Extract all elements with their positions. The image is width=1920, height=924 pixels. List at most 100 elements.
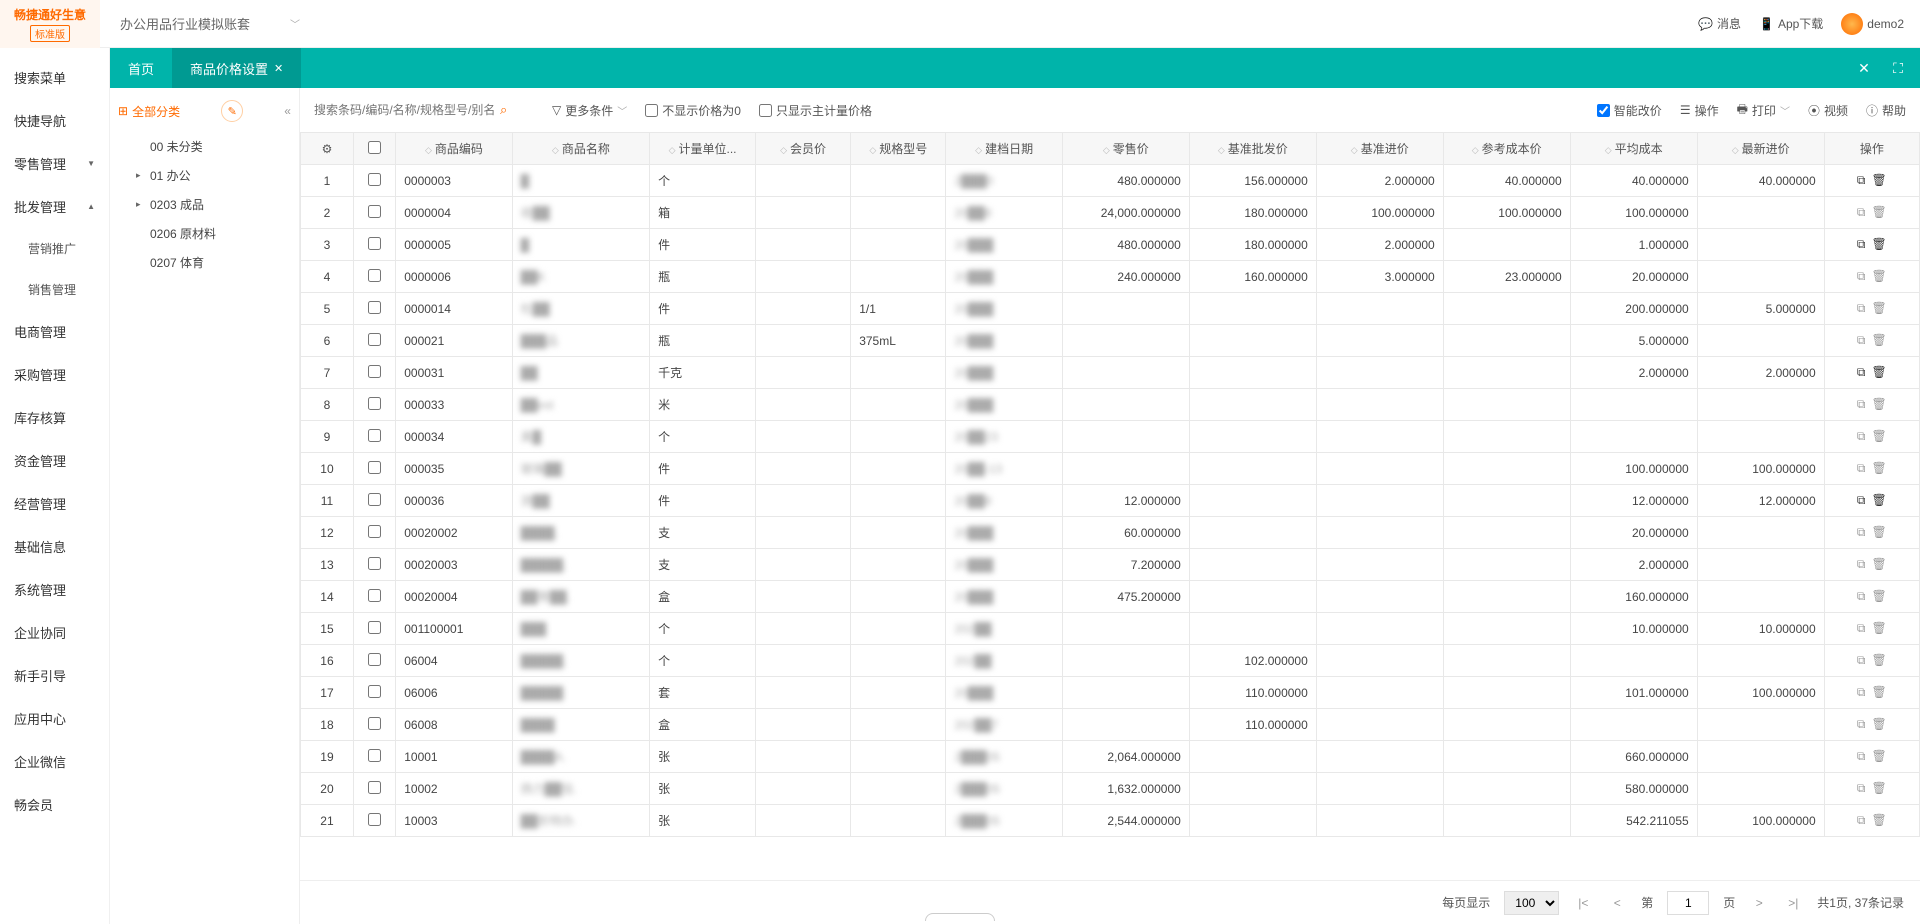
app-download-button[interactable]: 📱App下载 bbox=[1759, 15, 1823, 32]
delete-icon[interactable]: 🗑 bbox=[1871, 269, 1886, 284]
row-checkbox[interactable] bbox=[368, 813, 381, 826]
category-item[interactable]: 0206 原材料 bbox=[118, 219, 291, 248]
column-header[interactable]: ⚙ bbox=[301, 133, 354, 165]
sidebar-item[interactable]: 企业微信 bbox=[0, 740, 109, 783]
row-checkbox[interactable] bbox=[368, 365, 381, 378]
copy-icon[interactable]: ⧉ bbox=[1857, 525, 1866, 540]
search-input[interactable] bbox=[314, 103, 494, 117]
table-row[interactable]: 20000004收██箱20██824,000.000000180.000000… bbox=[301, 197, 1920, 229]
sidebar-subitem[interactable]: 销售管理 bbox=[0, 269, 109, 310]
delete-icon[interactable]: 🗑 bbox=[1871, 429, 1886, 444]
table-row[interactable]: 9000034奥█个20██23⧉🗑 bbox=[301, 421, 1920, 453]
delete-icon[interactable]: 🗑 bbox=[1871, 173, 1886, 188]
operations-menu[interactable]: ☰ 操作 bbox=[1680, 102, 1719, 119]
copy-icon[interactable]: ⧉ bbox=[1857, 781, 1866, 796]
copy-icon[interactable]: ⧉ bbox=[1857, 589, 1866, 604]
table-row[interactable]: 2010002扬力██信.张2███051,632.000000580.0000… bbox=[301, 773, 1920, 805]
sidebar-item[interactable]: 企业协同 bbox=[0, 611, 109, 654]
copy-icon[interactable]: ⧉ bbox=[1857, 269, 1866, 284]
row-checkbox[interactable] bbox=[368, 493, 381, 506]
copy-icon[interactable]: ⧉ bbox=[1857, 397, 1866, 412]
table-row[interactable]: 6000021███品瓶375mL20███5.000000⧉🗑 bbox=[301, 325, 1920, 357]
close-icon[interactable]: ✕ bbox=[274, 62, 283, 75]
table-row[interactable]: 40000006██K瓶20███240.000000160.0000003.0… bbox=[301, 261, 1920, 293]
select-all-checkbox[interactable] bbox=[368, 141, 381, 154]
row-checkbox[interactable] bbox=[368, 301, 381, 314]
sidebar-item[interactable]: 快捷导航 bbox=[0, 99, 109, 142]
page-input[interactable] bbox=[1667, 891, 1709, 915]
row-checkbox[interactable] bbox=[368, 557, 381, 570]
sidebar-item[interactable]: 库存核算 bbox=[0, 396, 109, 439]
table-row[interactable]: 1200020002████.支20███60.00000020.000000⧉… bbox=[301, 517, 1920, 549]
table-row[interactable]: 11000036测██件20██812.00000012.00000012.00… bbox=[301, 485, 1920, 517]
page-size-select[interactable]: 100 bbox=[1504, 891, 1559, 915]
table-row[interactable]: 1910001████A.张2███052,064.000000660.0000… bbox=[301, 741, 1920, 773]
sidebar-item[interactable]: 系统管理 bbox=[0, 568, 109, 611]
table-row[interactable]: 1706006█████套20███110.000000101.00000010… bbox=[301, 677, 1920, 709]
delete-icon[interactable]: 🗑 bbox=[1871, 493, 1886, 508]
delete-icon[interactable]: 🗑 bbox=[1871, 397, 1886, 412]
copy-icon[interactable]: ⧉ bbox=[1857, 173, 1866, 188]
table-row[interactable]: 1606004█████.个202██102.000000⧉🗑 bbox=[301, 645, 1920, 677]
copy-icon[interactable]: ⧉ bbox=[1857, 205, 1866, 220]
column-header[interactable]: ◇商品名称 bbox=[512, 133, 650, 165]
sidebar-item[interactable]: 采购管理 bbox=[0, 353, 109, 396]
row-checkbox[interactable] bbox=[368, 781, 381, 794]
tab[interactable]: 首页 bbox=[110, 48, 172, 88]
more-filters-button[interactable]: ▽更多条件﹀ bbox=[552, 102, 627, 119]
delete-icon[interactable]: 🗑 bbox=[1871, 301, 1886, 316]
row-checkbox[interactable] bbox=[368, 173, 381, 186]
row-checkbox[interactable] bbox=[368, 429, 381, 442]
delete-icon[interactable]: 🗑 bbox=[1871, 205, 1886, 220]
row-checkbox[interactable] bbox=[368, 685, 381, 698]
next-page-button[interactable]: > bbox=[1749, 893, 1769, 913]
column-header[interactable]: ◇最新进价 bbox=[1697, 133, 1824, 165]
delete-icon[interactable]: 🗑 bbox=[1871, 685, 1886, 700]
table-row[interactable]: 30000005█件20███480.000000180.0000002.000… bbox=[301, 229, 1920, 261]
sidebar-item[interactable]: 资金管理 bbox=[0, 439, 109, 482]
table-row[interactable]: 2110003██折特办.张2███052,544.000000542.2110… bbox=[301, 805, 1920, 837]
copy-icon[interactable]: ⧉ bbox=[1857, 429, 1866, 444]
table-row[interactable]: 15001100001███个202██10.00000010.000000⧉🗑 bbox=[301, 613, 1920, 645]
print-button[interactable]: 🖶 打印 ﹀ bbox=[1737, 100, 1790, 121]
delete-icon[interactable]: 🗑 bbox=[1871, 717, 1886, 732]
delete-icon[interactable]: 🗑 bbox=[1871, 365, 1886, 380]
gear-icon[interactable]: ⚙ bbox=[322, 142, 333, 156]
row-checkbox[interactable] bbox=[368, 333, 381, 346]
column-header[interactable]: 操作 bbox=[1824, 133, 1919, 165]
tab[interactable]: 商品价格设置✕ bbox=[172, 48, 301, 88]
row-checkbox[interactable] bbox=[368, 525, 381, 538]
table-row[interactable]: 7000031██千克20███2.0000002.000000⧉🗑 bbox=[301, 357, 1920, 389]
row-checkbox[interactable] bbox=[368, 749, 381, 762]
table-row[interactable]: 1400020004██零██.盒20███475.200000160.0000… bbox=[301, 581, 1920, 613]
copy-icon[interactable]: ⧉ bbox=[1857, 749, 1866, 764]
sidebar-item[interactable]: 畅会员 bbox=[0, 783, 109, 826]
row-checkbox[interactable] bbox=[368, 461, 381, 474]
delete-icon[interactable]: 🗑 bbox=[1871, 461, 1886, 476]
help-button[interactable]: ⓘ 帮助 bbox=[1866, 102, 1906, 119]
video-button[interactable]: ⦿ 视频 bbox=[1808, 102, 1848, 119]
delete-icon[interactable]: 🗑 bbox=[1871, 525, 1886, 540]
tab-close-all-button[interactable]: ✕ bbox=[1850, 54, 1878, 82]
table-row[interactable]: 8000033██est米20███⧉🗑 bbox=[301, 389, 1920, 421]
last-page-button[interactable]: >| bbox=[1783, 893, 1803, 913]
copy-icon[interactable]: ⧉ bbox=[1857, 333, 1866, 348]
column-header[interactable]: ◇基准进价 bbox=[1316, 133, 1443, 165]
sidebar-subitem[interactable]: 营销推广 bbox=[0, 228, 109, 269]
row-checkbox[interactable] bbox=[368, 653, 381, 666]
copy-icon[interactable]: ⧉ bbox=[1857, 685, 1866, 700]
copy-icon[interactable]: ⧉ bbox=[1857, 813, 1866, 828]
main-unit-only-checkbox[interactable]: 只显示主计量价格 bbox=[759, 102, 872, 119]
column-header[interactable]: ◇计量单位... bbox=[650, 133, 756, 165]
column-header[interactable]: ◇建档日期 bbox=[946, 133, 1062, 165]
delete-icon[interactable]: 🗑 bbox=[1871, 589, 1886, 604]
column-header[interactable]: ◇零售价 bbox=[1062, 133, 1189, 165]
row-checkbox[interactable] bbox=[368, 269, 381, 282]
delete-icon[interactable]: 🗑 bbox=[1871, 621, 1886, 636]
prev-page-button[interactable]: < bbox=[1607, 893, 1627, 913]
column-header[interactable] bbox=[353, 133, 395, 165]
copy-icon[interactable]: ⧉ bbox=[1857, 717, 1866, 732]
row-checkbox[interactable] bbox=[368, 205, 381, 218]
copy-icon[interactable]: ⧉ bbox=[1857, 301, 1866, 316]
sidebar-item[interactable]: 应用中心 bbox=[0, 697, 109, 740]
